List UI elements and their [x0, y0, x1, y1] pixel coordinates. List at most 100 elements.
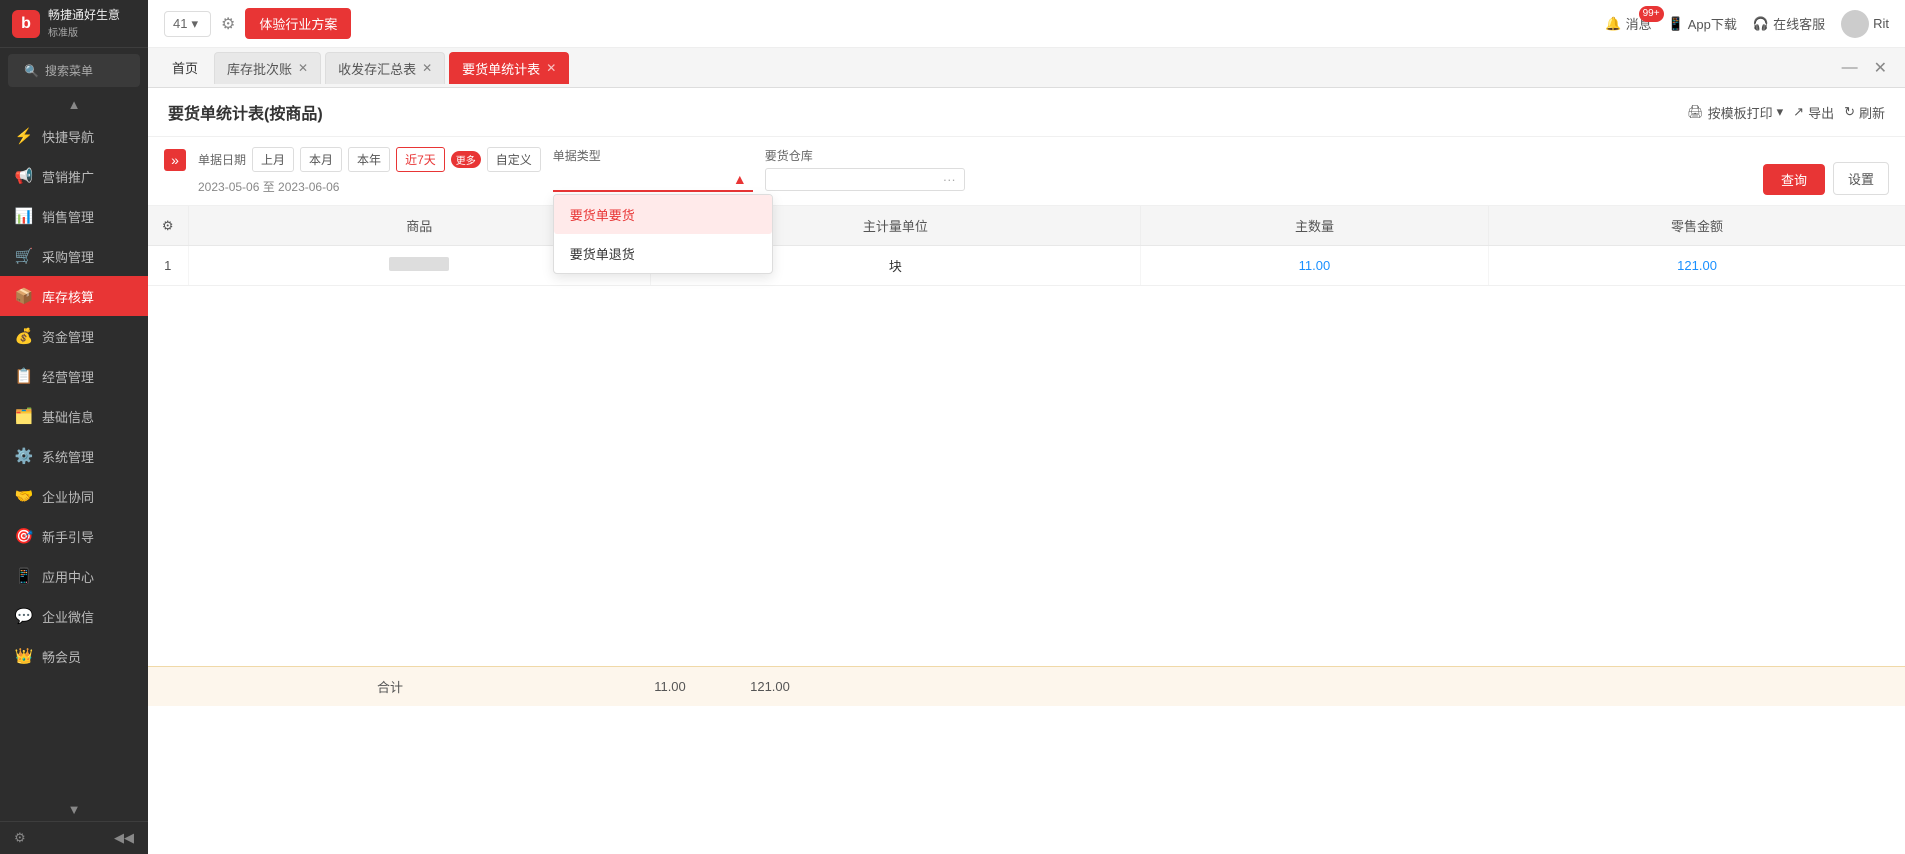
data-table-container: ⚙ 商品 主计量单位 主数量 零售金额 1 块 — [148, 206, 1905, 286]
sidebar-item-newbie[interactable]: 🎯 新手引导 — [0, 516, 148, 556]
filter-bar: » 单据日期 上月 本月 本年 近7天 更多 自定义 2023-05-06 至 … — [148, 137, 1905, 206]
marketing-icon: 📢 — [14, 166, 34, 186]
type-dropdown: 要货单要货 要货单退货 — [553, 194, 773, 274]
sidebar-item-marketing[interactable]: 📢 营销推广 — [0, 156, 148, 196]
type-input-field[interactable] — [559, 172, 729, 187]
tab-home[interactable]: 首页 — [160, 52, 210, 83]
print-icon: 🖨 — [1687, 104, 1704, 120]
date-btn-7days[interactable]: 近7天 — [396, 147, 445, 172]
sidebar-item-inventory[interactable]: 📦 库存核算 — [0, 276, 148, 316]
table-footer: 合计 11.00 121.00 — [148, 666, 1905, 706]
table-header-row: ⚙ 商品 主计量单位 主数量 零售金额 — [148, 206, 1905, 246]
tab-batch[interactable]: 库存批次账 ✕ — [214, 52, 321, 84]
date-filter-buttons: 单据日期 上月 本月 本年 近7天 更多 自定义 — [198, 147, 541, 172]
date-btn-this-year[interactable]: 本年 — [348, 147, 390, 172]
page-body: 要货单统计表(按商品) 🖨 按模板打印 ▾ ↗ 导出 ↻ 刷新 — [148, 88, 1905, 854]
quicknav-icon: ⚡ — [14, 126, 34, 146]
search-icon: 🔍 — [24, 64, 39, 78]
sidebar-item-basic[interactable]: 🗂️ 基础信息 — [0, 396, 148, 436]
print-btn[interactable]: 🖨 按模板打印 ▾ — [1687, 103, 1783, 122]
date-more-badge[interactable]: 更多 — [451, 151, 481, 168]
date-btn-custom[interactable]: 自定义 — [487, 147, 541, 172]
row-amount[interactable]: 121.00 — [1489, 246, 1905, 286]
type-filter-input[interactable]: ▲ — [553, 168, 753, 192]
dropdown-item-return[interactable]: 要货单退货 — [554, 234, 772, 273]
footer-quantity: 11.00 — [620, 679, 720, 694]
online-service-btn[interactable]: 🎧 在线客服 — [1753, 14, 1825, 33]
sidebar-item-sales[interactable]: 📊 销售管理 — [0, 196, 148, 236]
dropdown-item-order[interactable]: 要货单要货 — [554, 195, 772, 234]
trial-btn[interactable]: 体验行业方案 — [245, 8, 351, 39]
sales-icon: 📊 — [14, 206, 34, 226]
app-download-btn[interactable]: 📱 App下载 — [1668, 14, 1737, 33]
chevron-down-icon: ▾ — [191, 16, 198, 32]
newbie-icon: 🎯 — [14, 526, 34, 546]
headset-icon: 🎧 — [1753, 16, 1769, 32]
sidebar-settings-icon[interactable]: ⚙ — [14, 830, 26, 846]
row-index: 1 — [148, 246, 188, 286]
topbar-gear-icon[interactable]: ⚙ — [221, 14, 235, 34]
th-amount: 零售金额 — [1489, 206, 1905, 246]
user-avatar-btn[interactable]: Rit — [1841, 10, 1889, 38]
sidebar-item-operation[interactable]: 📋 经营管理 — [0, 356, 148, 396]
footer-label: 合计 — [160, 677, 620, 696]
sidebar-item-purchase[interactable]: 🛒 采购管理 — [0, 236, 148, 276]
sidebar-collapse-icon[interactable]: ◀◀ — [114, 830, 134, 846]
sidebar-item-system[interactable]: ⚙️ 系统管理 — [0, 436, 148, 476]
sidebar-item-enterprise[interactable]: 🤝 企业协同 — [0, 476, 148, 516]
tab-batch-close[interactable]: ✕ — [298, 61, 308, 75]
sidebar-item-wechat[interactable]: 💬 企业微信 — [0, 596, 148, 636]
tab-minimize-btn[interactable]: — — [1836, 56, 1864, 80]
warehouse-filter-input[interactable]: ··· — [765, 168, 965, 191]
warehouse-more-icon[interactable]: ··· — [943, 172, 956, 187]
footer-amount: 121.00 — [720, 679, 820, 694]
refresh-btn[interactable]: ↻ 刷新 — [1844, 103, 1885, 122]
filter-expand-btn[interactable]: » — [164, 149, 186, 171]
warehouse-input-field[interactable] — [774, 172, 939, 187]
tabbar: 首页 库存批次账 ✕ 收发存汇总表 ✕ 要货单统计表 ✕ — ✕ — [148, 48, 1905, 88]
phone-icon: 📱 — [1668, 16, 1684, 32]
tab-summary-close[interactable]: ✕ — [422, 61, 432, 75]
appstore-icon: 📱 — [14, 566, 34, 586]
print-chevron-icon: ▾ — [1777, 104, 1784, 120]
tab-order-stats[interactable]: 要货单统计表 ✕ — [449, 52, 569, 84]
table-empty-space — [148, 286, 1905, 666]
sidebar-scroll-down[interactable]: ▼ — [0, 798, 148, 821]
query-button[interactable]: 查询 — [1763, 164, 1825, 195]
sidebar-item-finance[interactable]: 💰 资金管理 — [0, 316, 148, 356]
topbar-left: 41 ▾ ⚙ 体验行业方案 — [164, 8, 351, 39]
sidebar-bottom: ⚙ ◀◀ — [0, 821, 148, 854]
th-settings[interactable]: ⚙ — [148, 206, 188, 246]
tab-order-stats-close[interactable]: ✕ — [546, 61, 556, 75]
logo-text: 畅捷通好生意 标准版 — [48, 8, 120, 39]
tab-close-all-btn[interactable]: ✕ — [1868, 56, 1893, 80]
type-filter-group: 单据类型 ▲ 要货单要货 要货单退货 — [553, 147, 753, 192]
topbar-right: 🔔 消息 99+ 📱 App下载 🎧 在线客服 Rit — [1605, 10, 1889, 38]
refresh-icon: ↻ — [1844, 104, 1855, 120]
sidebar-scroll-up[interactable]: ▲ — [0, 93, 148, 116]
sidebar-item-appstore[interactable]: 📱 应用中心 — [0, 556, 148, 596]
date-range-display: 2023-05-06 至 2023-06-06 — [198, 178, 541, 195]
avatar — [1841, 10, 1869, 38]
operation-icon: 📋 — [14, 366, 34, 386]
tab-summary[interactable]: 收发存汇总表 ✕ — [325, 52, 445, 84]
row-quantity[interactable]: 11.00 — [1140, 246, 1488, 286]
th-quantity: 主数量 — [1140, 206, 1488, 246]
export-btn[interactable]: ↗ 导出 — [1793, 103, 1834, 122]
type-chevron-up-icon[interactable]: ▲ — [733, 171, 747, 187]
table-body: 1 块 11.00 121.00 — [148, 246, 1905, 286]
sidebar-item-member[interactable]: 👑 畅会员 — [0, 636, 148, 676]
sidebar-search[interactable]: 🔍 搜索菜单 — [8, 54, 140, 87]
wechat-icon: 💬 — [14, 606, 34, 626]
messages-btn[interactable]: 🔔 消息 99+ — [1605, 14, 1651, 33]
date-btn-last-month[interactable]: 上月 — [252, 147, 294, 172]
store-selector[interactable]: 41 ▾ — [164, 11, 211, 37]
data-table: ⚙ 商品 主计量单位 主数量 零售金额 1 块 — [148, 206, 1905, 286]
sidebar: b 畅捷通好生意 标准版 🔍 搜索菜单 ▲ ⚡ 快捷导航 📢 营销推广 📊 销售… — [0, 0, 148, 854]
date-btn-this-month[interactable]: 本月 — [300, 147, 342, 172]
finance-icon: 💰 — [14, 326, 34, 346]
settings-button[interactable]: 设置 — [1833, 162, 1889, 195]
logo-icon: b — [12, 10, 40, 38]
app-logo: b 畅捷通好生意 标准版 — [0, 0, 148, 48]
sidebar-item-quicknav[interactable]: ⚡ 快捷导航 — [0, 116, 148, 156]
